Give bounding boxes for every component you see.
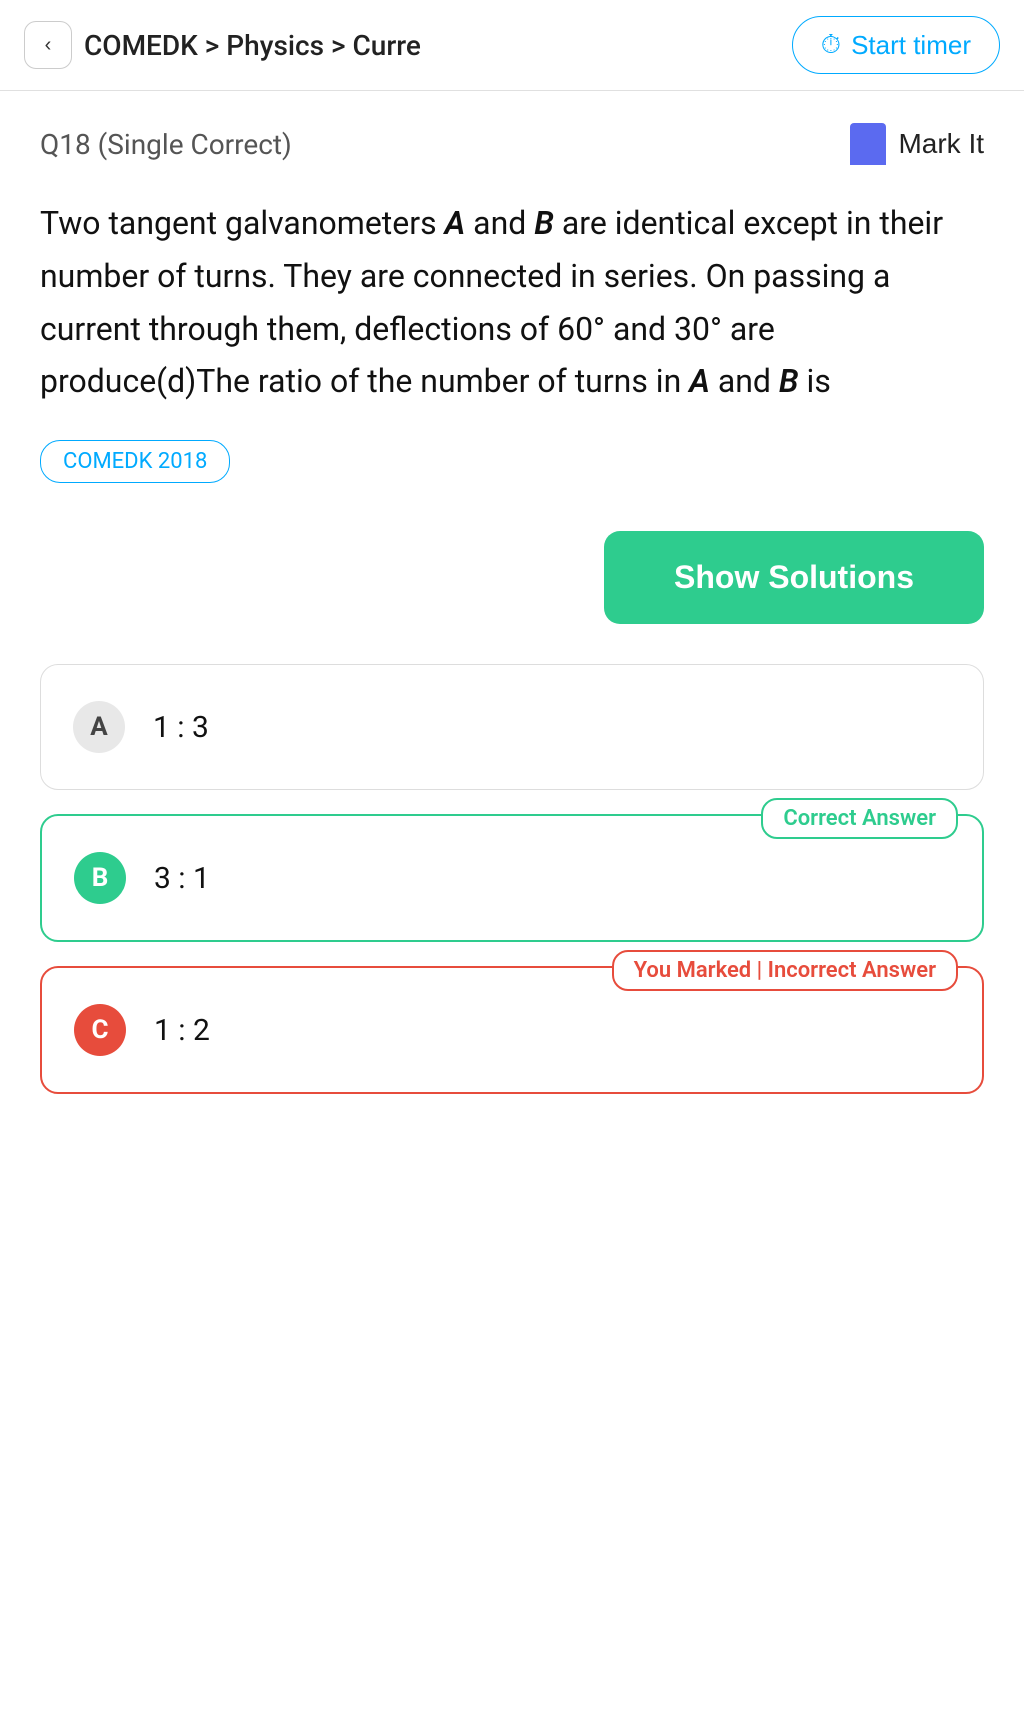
timer-icon: ⏱ — [821, 29, 841, 61]
question-label: Q18 (Single Correct) — [40, 128, 292, 161]
options-container: A 1 : 3 Correct Answer B 3 : 1 You Marke… — [0, 664, 1024, 1158]
option-c-text: 1 : 2 — [154, 1013, 210, 1048]
question-meta: Q18 (Single Correct) Mark It — [0, 91, 1024, 181]
question-body: Two tangent galvanometers A and B are id… — [0, 181, 1024, 432]
header: ‹ COMEDK > Physics > Curre ⏱ Start timer — [0, 0, 1024, 91]
source-tag: COMEDK 2018 — [40, 440, 230, 483]
option-c-card[interactable]: You Marked | Incorrect Answer C 1 : 2 — [40, 966, 984, 1094]
mark-it-label: Mark It — [898, 128, 984, 160]
mark-it-button[interactable]: Mark It — [850, 123, 984, 165]
timer-label: Start timer — [851, 30, 971, 61]
tag-container: COMEDK 2018 — [0, 432, 1024, 515]
option-a-text: 1 : 3 — [153, 710, 209, 745]
back-icon: ‹ — [45, 34, 52, 57]
option-b-text: 3 : 1 — [154, 861, 210, 896]
breadcrumb: COMEDK > Physics > Curre — [84, 29, 421, 62]
option-b-circle: B — [74, 852, 126, 904]
option-a-card[interactable]: A 1 : 3 — [40, 664, 984, 790]
header-left: ‹ COMEDK > Physics > Curre — [24, 21, 421, 69]
back-button[interactable]: ‹ — [24, 21, 72, 69]
option-a-circle: A — [73, 701, 125, 753]
show-solutions-button[interactable]: Show Solutions — [604, 531, 984, 624]
incorrect-answer-badge: You Marked | Incorrect Answer — [612, 950, 958, 991]
correct-answer-badge: Correct Answer — [761, 798, 958, 839]
option-b-card[interactable]: Correct Answer B 3 : 1 — [40, 814, 984, 942]
option-c-circle: C — [74, 1004, 126, 1056]
start-timer-button[interactable]: ⏱ Start timer — [792, 16, 1000, 74]
bookmark-icon — [850, 123, 886, 165]
show-solutions-container: Show Solutions — [0, 515, 1024, 664]
